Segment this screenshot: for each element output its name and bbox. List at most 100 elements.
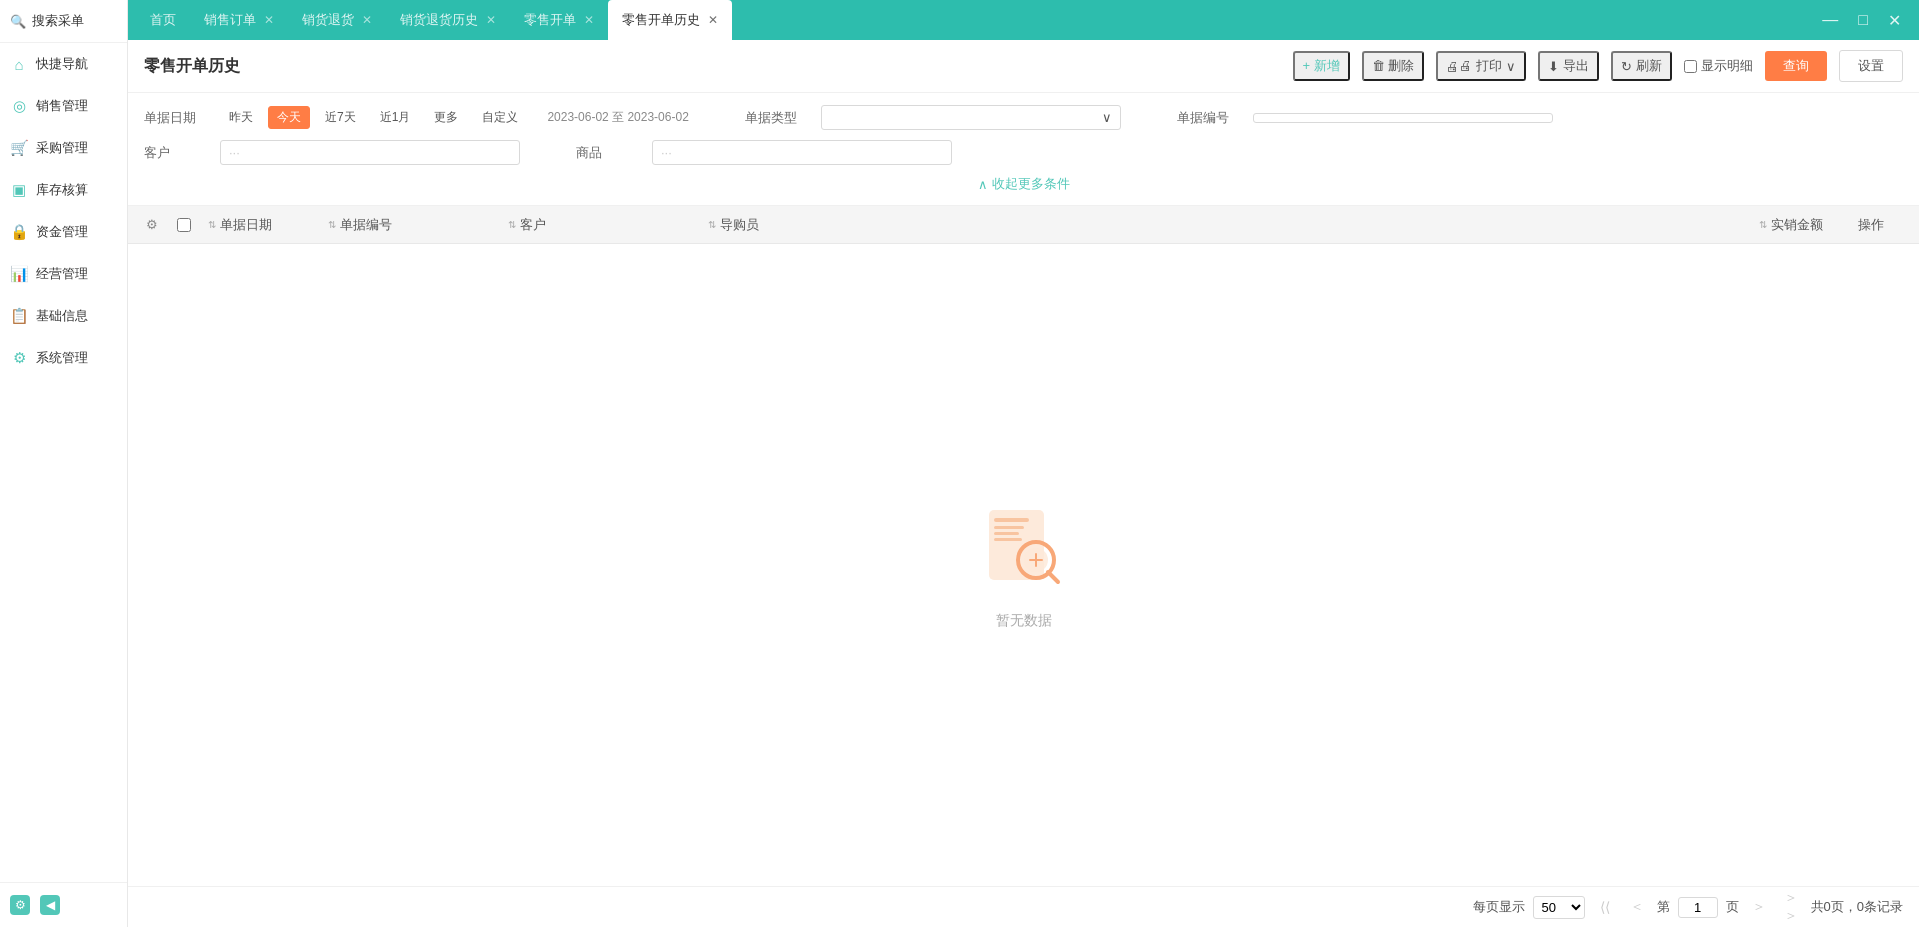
page-size-select[interactable]: 50 10 20 100 <box>1533 896 1585 919</box>
date-btn-last-month[interactable]: 近1月 <box>371 106 420 129</box>
doc-num-input[interactable] <box>1253 113 1553 123</box>
sidebar-search[interactable]: 🔍 搜索采单 <box>0 0 127 43</box>
dropdown-arrow: ∨ <box>1102 110 1112 125</box>
tab-close-retail-open-history[interactable]: ✕ <box>708 13 718 27</box>
date-btn-custom[interactable]: 自定义 <box>473 106 527 129</box>
svg-rect-2 <box>994 526 1024 529</box>
customer-label: 客户 <box>144 144 204 162</box>
next-page-btn[interactable]: ＞ <box>1747 895 1771 919</box>
tab-label: 销货退货历史 <box>400 11 478 29</box>
export-button[interactable]: ⬇ 导出 <box>1538 51 1599 81</box>
query-button[interactable]: 查询 <box>1765 51 1827 81</box>
display-toggle[interactable]: 显示明细 <box>1684 57 1753 75</box>
sort-icon-num[interactable]: ⇅ <box>328 220 336 230</box>
filter-area: 单据日期 昨天 今天 近7天 近1月 更多 自定义 2023-06-02 至 2… <box>128 93 1919 206</box>
sidebar-item-inventory[interactable]: ▣ 库存核算 <box>0 169 127 211</box>
sidebar-item-label: 销售管理 <box>36 97 88 115</box>
col-date: ⇅ 单据日期 <box>200 216 320 234</box>
sidebar-item-basic-info[interactable]: 📋 基础信息 <box>0 295 127 337</box>
tab-close-sales-return-history[interactable]: ✕ <box>486 13 496 27</box>
tab-label: 销售订单 <box>204 11 256 29</box>
col-guide: ⇅ 导购员 <box>700 216 820 234</box>
date-btn-last7[interactable]: 近7天 <box>316 106 365 129</box>
tab-close-sales-return[interactable]: ✕ <box>362 13 372 27</box>
tab-close-sales-order[interactable]: ✕ <box>264 13 274 27</box>
sys-icon: ⚙ <box>10 349 28 367</box>
tab-label: 零售开单历史 <box>622 11 700 29</box>
sidebar-item-purchase-mgmt[interactable]: 🛒 采购管理 <box>0 127 127 169</box>
tab-retail-open[interactable]: 零售开单 ✕ <box>510 0 608 40</box>
customer-input[interactable]: ··· <box>220 140 520 165</box>
doc-type-select[interactable]: ∨ <box>821 105 1121 130</box>
sidebar-item-sales-mgmt[interactable]: ◎ 销售管理 <box>0 85 127 127</box>
inventory-icon: ▣ <box>10 181 28 199</box>
refresh-button[interactable]: ↻ 刷新 <box>1611 51 1672 81</box>
svg-line-7 <box>1048 572 1058 582</box>
tab-home[interactable]: 首页 <box>136 0 190 40</box>
window-close-btn[interactable]: ✕ <box>1882 9 1907 32</box>
tab-sales-order[interactable]: 销售订单 ✕ <box>190 0 288 40</box>
page-header: 零售开单历史 + 新增 🗑 删除 🖨 🖨 打印 ∨ ⬇ 导出 ↻ 刷新 <box>128 40 1919 93</box>
sidebar-item-label: 快捷导航 <box>36 55 88 73</box>
print-button[interactable]: 🖨 🖨 打印 ∨ <box>1436 51 1526 81</box>
col-customer: ⇅ 客户 <box>500 216 700 234</box>
page-number-input[interactable] <box>1678 897 1718 918</box>
collapse-label: 收起更多条件 <box>992 175 1070 193</box>
sort-icon-customer[interactable]: ⇅ <box>508 220 516 230</box>
settings-bottom-icon[interactable]: ⚙ <box>10 895 30 915</box>
home-icon: ⌂ <box>10 55 28 73</box>
tab-label: 销货退货 <box>302 11 354 29</box>
tab-retail-open-history[interactable]: 零售开单历史 ✕ <box>608 0 732 40</box>
goods-input[interactable]: ··· <box>652 140 952 165</box>
table-settings-icon[interactable]: ⚙ <box>136 217 168 232</box>
date-range-text: 2023-06-02 至 2023-06-02 <box>547 109 688 126</box>
page-content: 零售开单历史 + 新增 🗑 删除 🖨 🖨 打印 ∨ ⬇ 导出 ↻ 刷新 <box>128 40 1919 927</box>
tab-sales-return-history[interactable]: 销货退货历史 ✕ <box>386 0 510 40</box>
export-label: 导出 <box>1563 57 1589 75</box>
display-toggle-checkbox[interactable] <box>1684 60 1697 73</box>
goods-label: 商品 <box>576 144 636 162</box>
sidebar-item-operations[interactable]: 📊 经营管理 <box>0 253 127 295</box>
date-btn-yesterday[interactable]: 昨天 <box>220 106 262 129</box>
sort-icon-amount[interactable]: ⇅ <box>1759 220 1767 230</box>
sort-icon-date[interactable]: ⇅ <box>208 220 216 230</box>
collapse-row: ∧ 收起更多条件 <box>144 175 1903 193</box>
empty-state: 暂无数据 <box>128 244 1919 886</box>
display-toggle-label: 显示明细 <box>1701 57 1753 75</box>
sidebar-item-quick-nav[interactable]: ⌂ 快捷导航 <box>0 43 127 85</box>
select-all-checkbox[interactable] <box>168 218 200 232</box>
tab-sales-return[interactable]: 销货退货 ✕ <box>288 0 386 40</box>
tab-label: 零售开单 <box>524 11 576 29</box>
collapse-sidebar-icon[interactable]: ◀ <box>40 895 60 915</box>
checkbox-input[interactable] <box>177 218 191 232</box>
pagination: 每页显示 50 10 20 100 ⟨⟨ ＜ 第 页 ＞ ＞＞ 共0页，0条记录 <box>128 886 1919 927</box>
svg-rect-1 <box>994 518 1029 522</box>
tab-close-retail-open[interactable]: ✕ <box>584 13 594 27</box>
date-filter-buttons: 昨天 今天 近7天 近1月 更多 自定义 <box>220 106 527 129</box>
delete-button[interactable]: 🗑 删除 <box>1362 51 1425 81</box>
customer-placeholder: ··· <box>229 145 240 160</box>
sidebar-item-finance[interactable]: 🔒 资金管理 <box>0 211 127 253</box>
setting-button[interactable]: 设置 <box>1839 50 1903 82</box>
purchase-icon: 🛒 <box>10 139 28 157</box>
date-btn-more[interactable]: 更多 <box>425 106 467 129</box>
window-minimize-btn[interactable]: — <box>1816 9 1844 31</box>
add-button[interactable]: + 新增 <box>1293 51 1350 81</box>
date-btn-today[interactable]: 今天 <box>268 106 310 129</box>
sidebar: 🔍 搜索采单 ⌂ 快捷导航 ◎ 销售管理 🛒 采购管理 ▣ 库存核算 🔒 资金管… <box>0 0 128 927</box>
print-icon: 🖨 <box>1446 59 1459 74</box>
sort-icon-guide[interactable]: ⇅ <box>708 220 716 230</box>
collapse-more-btn[interactable]: ∧ 收起更多条件 <box>978 175 1070 193</box>
window-maximize-btn[interactable]: □ <box>1852 9 1874 31</box>
print-label: 🖨 打印 <box>1459 57 1502 75</box>
refresh-icon: ↻ <box>1621 59 1632 74</box>
tab-label: 首页 <box>150 11 176 29</box>
date-label: 单据日期 <box>144 109 204 127</box>
sidebar-item-label: 库存核算 <box>36 181 88 199</box>
last-page-btn[interactable]: ＞＞ <box>1779 895 1803 919</box>
sidebar-item-sys-mgmt[interactable]: ⚙ 系统管理 <box>0 337 127 379</box>
page-title: 零售开单历史 <box>144 56 240 77</box>
sidebar-item-label: 资金管理 <box>36 223 88 241</box>
prev-page-btn[interactable]: ＜ <box>1625 895 1649 919</box>
first-page-btn[interactable]: ⟨⟨ <box>1593 895 1617 919</box>
